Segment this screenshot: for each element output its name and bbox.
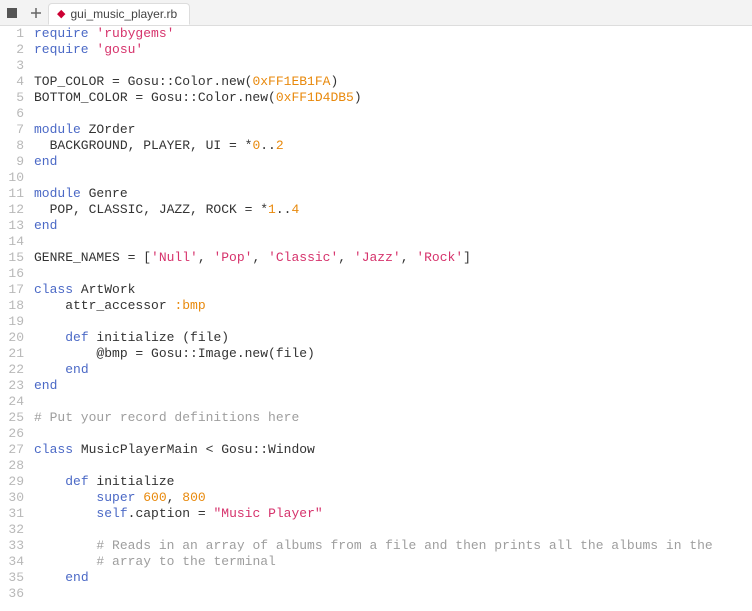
code-line[interactable]: module Genre — [34, 186, 744, 202]
code-line[interactable]: # Put your record definitions here — [34, 410, 744, 426]
code-line[interactable]: # array to the terminal — [34, 554, 744, 570]
code-line[interactable]: GENRE_NAMES = ['Null', 'Pop', 'Classic',… — [34, 250, 744, 266]
code-line[interactable]: TOP_COLOR = Gosu::Color.new(0xFF1EB1FA) — [34, 74, 744, 90]
line-number: 17 — [0, 282, 24, 298]
code-line[interactable] — [34, 458, 744, 474]
line-number: 10 — [0, 170, 24, 186]
line-number: 6 — [0, 106, 24, 122]
line-number: 26 — [0, 426, 24, 442]
code-line[interactable]: require 'rubygems' — [34, 26, 744, 42]
line-number: 24 — [0, 394, 24, 410]
code-line[interactable]: def initialize (file) — [34, 330, 744, 346]
line-number: 28 — [0, 458, 24, 474]
line-number: 18 — [0, 298, 24, 314]
line-number: 33 — [0, 538, 24, 554]
code-line[interactable]: class MusicPlayerMain < Gosu::Window — [34, 442, 744, 458]
code-line[interactable]: self.caption = "Music Player" — [34, 506, 744, 522]
code-line[interactable] — [34, 522, 744, 538]
line-number: 9 — [0, 154, 24, 170]
line-number: 36 — [0, 586, 24, 602]
code-line[interactable] — [34, 314, 744, 330]
line-number: 31 — [0, 506, 24, 522]
line-number: 1 — [0, 26, 24, 42]
line-number: 32 — [0, 522, 24, 538]
line-number: 4 — [0, 74, 24, 90]
code-line[interactable]: BOTTOM_COLOR = Gosu::Color.new(0xFF1D4DB… — [34, 90, 744, 106]
line-number: 14 — [0, 234, 24, 250]
line-number: 19 — [0, 314, 24, 330]
line-number-gutter: 1234567891011121314151617181920212223242… — [0, 26, 34, 602]
line-number: 35 — [0, 570, 24, 586]
new-tab-button[interactable] — [24, 0, 48, 26]
line-number: 34 — [0, 554, 24, 570]
line-number: 20 — [0, 330, 24, 346]
code-content[interactable]: require 'rubygems'require 'gosu' TOP_COL… — [34, 26, 752, 602]
line-number: 21 — [0, 346, 24, 362]
code-line[interactable] — [34, 266, 744, 282]
code-line[interactable]: end — [34, 362, 744, 378]
code-line[interactable]: super 600, 800 — [34, 490, 744, 506]
code-line[interactable]: class ArtWork — [34, 282, 744, 298]
code-line[interactable]: # Reads in an array of albums from a fil… — [34, 538, 744, 554]
code-line[interactable] — [34, 58, 744, 74]
code-line[interactable] — [34, 586, 744, 602]
code-line[interactable]: end — [34, 218, 744, 234]
code-line[interactable] — [34, 394, 744, 410]
line-number: 30 — [0, 490, 24, 506]
code-line[interactable]: require 'gosu' — [34, 42, 744, 58]
code-line[interactable]: module ZOrder — [34, 122, 744, 138]
code-line[interactable]: @bmp = Gosu::Image.new(file) — [34, 346, 744, 362]
code-line[interactable]: attr_accessor :bmp — [34, 298, 744, 314]
line-number: 13 — [0, 218, 24, 234]
line-number: 11 — [0, 186, 24, 202]
line-number: 23 — [0, 378, 24, 394]
code-line[interactable]: end — [34, 378, 744, 394]
code-line[interactable]: BACKGROUND, PLAYER, UI = *0..2 — [34, 138, 744, 154]
code-line[interactable] — [34, 426, 744, 442]
tab-bar: ◆ gui_music_player.rb — [0, 0, 752, 26]
code-line[interactable]: def initialize — [34, 474, 744, 490]
line-number: 15 — [0, 250, 24, 266]
code-line[interactable] — [34, 170, 744, 186]
line-number: 7 — [0, 122, 24, 138]
tab-file[interactable]: ◆ gui_music_player.rb — [48, 3, 190, 25]
line-number: 27 — [0, 442, 24, 458]
line-number: 2 — [0, 42, 24, 58]
code-line[interactable]: end — [34, 570, 744, 586]
code-line[interactable]: end — [34, 154, 744, 170]
code-line[interactable] — [34, 106, 744, 122]
code-line[interactable]: POP, CLASSIC, JAZZ, ROCK = *1..4 — [34, 202, 744, 218]
line-number: 12 — [0, 202, 24, 218]
line-number: 8 — [0, 138, 24, 154]
tab-filename: gui_music_player.rb — [70, 7, 177, 21]
line-number: 3 — [0, 58, 24, 74]
code-editor[interactable]: 1234567891011121314151617181920212223242… — [0, 26, 752, 602]
line-number: 16 — [0, 266, 24, 282]
menu-icon[interactable] — [0, 0, 24, 26]
line-number: 22 — [0, 362, 24, 378]
line-number: 25 — [0, 410, 24, 426]
ruby-file-icon: ◆ — [57, 7, 65, 20]
code-line[interactable] — [34, 234, 744, 250]
line-number: 5 — [0, 90, 24, 106]
line-number: 29 — [0, 474, 24, 490]
